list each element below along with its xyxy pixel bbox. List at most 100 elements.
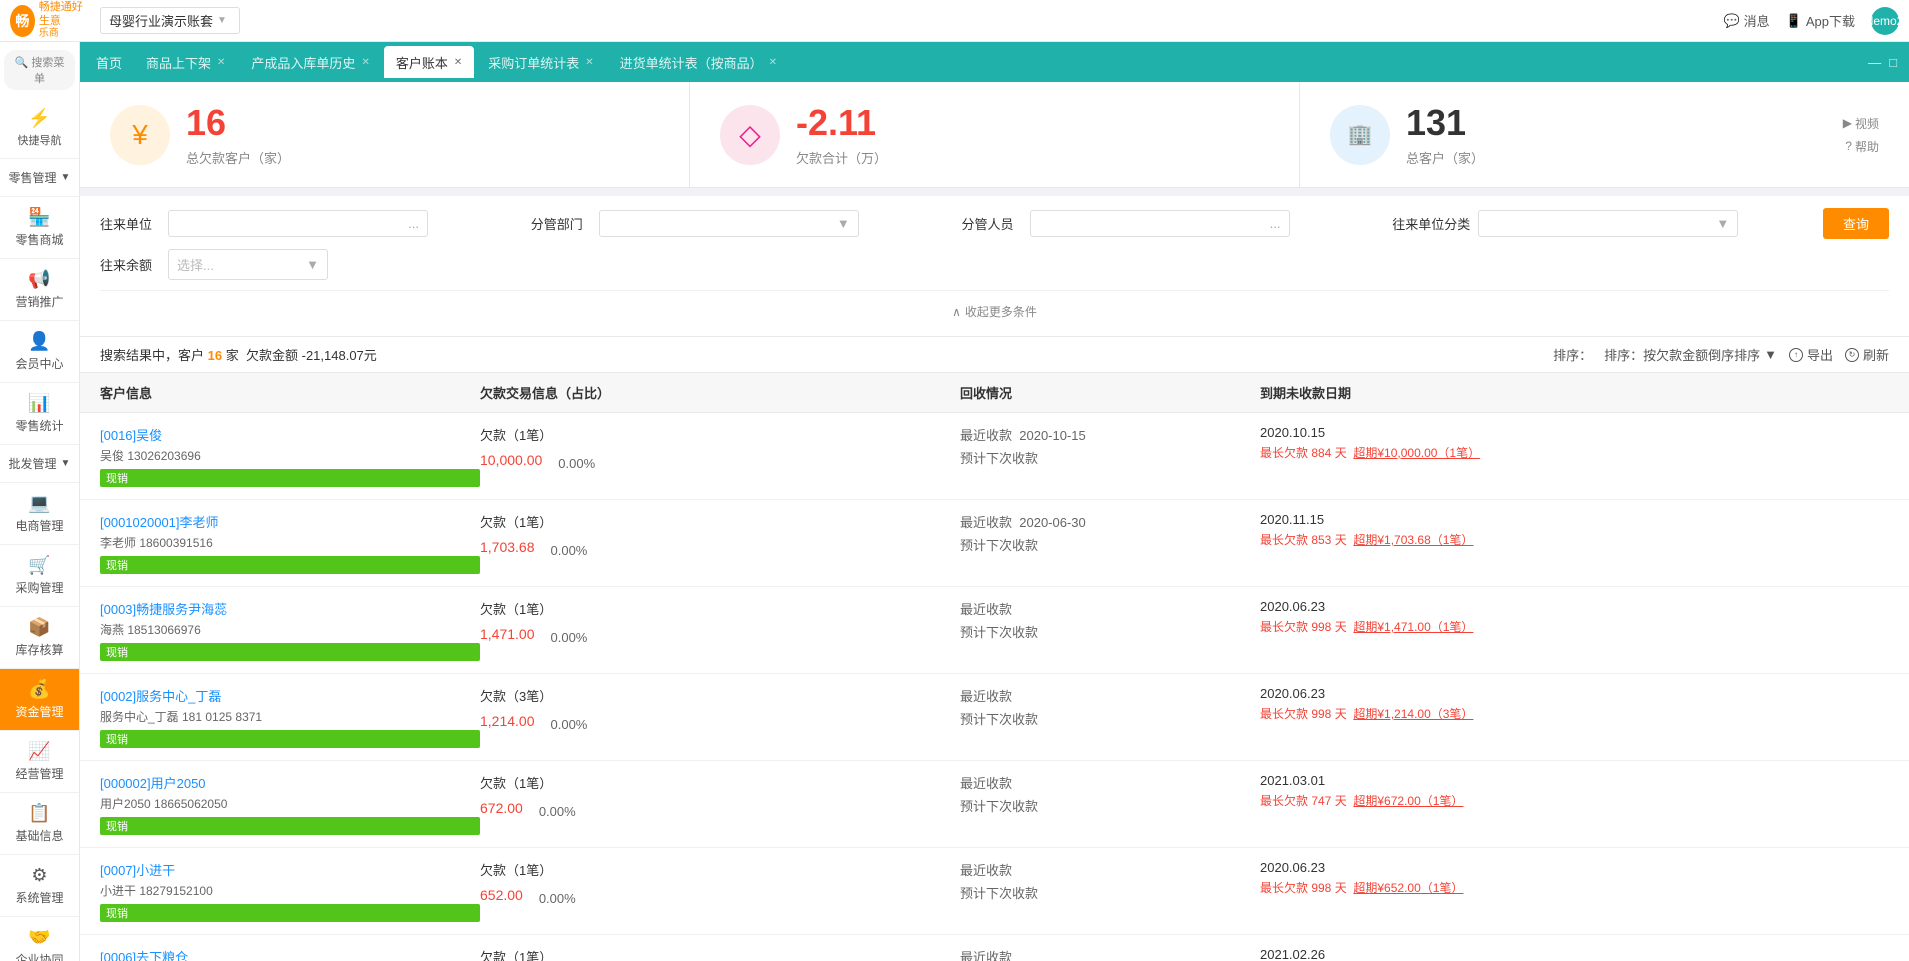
debt-count-3: 欠款（3笔） [480,686,960,705]
sidebar-item-retail-mgmt[interactable]: 零售管理 ▼ [0,159,79,197]
query-button[interactable]: 查询 [1823,208,1889,239]
due-info-3: 2020.06.23 最长欠款 998 天 超期¥1,214.00（3笔） [1260,686,1889,722]
table-header: 客户信息 欠款交易信息（占比） 回收情况 到期未收款日期 [80,373,1909,413]
customer-name-4[interactable]: [000002]用户2050 [100,773,480,792]
customer-meta-4: 用户2050 18665062050 [100,795,480,812]
sidebar-item-retail-mall[interactable]: 🏪 零售商城 [0,197,79,259]
stat-label-customers: 总欠款客户（家） [186,148,290,167]
sidebar-item-enterprise[interactable]: 🤝 企业协同 [0,917,79,961]
sidebar-item-inventory[interactable]: 📦 库存核算 [0,607,79,669]
logo-area: 畅 畅捷通好生意 乐商 [10,1,90,39]
tab-production[interactable]: 产成品入库单历史 ✕ [239,46,381,78]
sidebar-item-system[interactable]: ⚙ 系统管理 [0,855,79,917]
stat-info-debt: -2.11 欠款合计（万） [796,102,887,167]
customer-name-0[interactable]: [0016]吴俊 [100,425,480,444]
filter-row-2: 往来余额 选择... ▼ [100,249,1889,280]
filter-manager: 分管人员 ... [962,210,1377,237]
purchase-icon: 🛒 [28,555,50,576]
sort-dropdown[interactable]: 排序：按欠款金额倒序排序 ▼ [1604,345,1777,364]
customer-name-2[interactable]: [0003]畅捷服务尹海蕊 [100,599,480,618]
customer-tag-2: 现销 [100,643,480,661]
overdue-link-0[interactable]: 超期¥10,000.00（1笔） [1353,446,1480,460]
customer-tag-3: 现销 [100,730,480,748]
help-btn[interactable]: ? 帮助 [1845,138,1879,155]
table-row: [0006]去下粮仓 陈小希 现销 欠款（1笔） 455.90 0.00% [80,935,1909,961]
customer-meta-5: 小进干 18279152100 [100,882,480,899]
sidebar-item-quick-nav[interactable]: ⚡ 快捷导航 [0,98,79,159]
sidebar-item-finance[interactable]: 💰 资金管理 [0,669,79,731]
tab-bar: 首页 商品上下架 ✕ 产成品入库单历史 ✕ 客户账本 ✕ 采购订单统计表 ✕ [80,42,1909,82]
sidebar-item-basic-info[interactable]: 📋 基础信息 [0,793,79,855]
ecommerce-icon: 💻 [28,493,50,514]
system-icon: ⚙ [31,865,47,886]
filter-dept: 分管部门 ▼ [531,210,946,237]
sidebar-item-marketing[interactable]: 📢 营销推广 [0,259,79,321]
results-info: 搜索结果中，客户 16 家 欠款金额 -21,148.07元 [100,345,377,364]
sidebar-item-purchase[interactable]: 🛒 采购管理 [0,545,79,607]
tab-close-production[interactable]: ✕ [361,57,369,68]
customer-info-6: [0006]去下粮仓 陈小希 现销 [100,947,480,961]
tab-window-actions: — □ [1868,55,1905,70]
header-customer: 客户信息 [100,383,480,402]
overdue-link-5[interactable]: 超期¥652.00（1笔） [1353,881,1463,895]
minimize-button[interactable]: — [1868,55,1881,70]
customer-name-1[interactable]: [0001020001]李老师 [100,512,480,531]
customer-name-6[interactable]: [0006]去下粮仓 [100,947,480,961]
customer-name-5[interactable]: [0007]小进干 [100,860,480,879]
overdue-link-2[interactable]: 超期¥1,471.00（1笔） [1353,620,1473,634]
sidebar-item-ecommerce[interactable]: 💻 电商管理 [0,483,79,545]
refresh-button[interactable]: ↻ 刷新 [1845,345,1889,364]
maximize-button[interactable]: □ [1889,55,1897,70]
debt-percent-0: 0.00% [558,456,595,471]
stat-card-debt: ◇ -2.11 欠款合计（万） [690,82,1300,187]
manager-dots: ... [1270,216,1281,231]
unit-category-select[interactable]: ▼ [1478,210,1738,237]
tab-products[interactable]: 商品上下架 ✕ [134,46,237,78]
manager-input[interactable]: ... [1030,210,1290,237]
dept-select[interactable]: ▼ [599,210,859,237]
export-button[interactable]: ↑ 导出 [1789,345,1833,364]
debt-amount-1: 1,703.68 [480,539,535,555]
sidebar-item-retail-stats[interactable]: 📊 零售统计 [0,383,79,445]
overdue-link-4[interactable]: 超期¥672.00（1笔） [1353,794,1463,808]
sort-arrow-icon: ▼ [1764,347,1777,362]
customer-info-1: [0001020001]李老师 李老师 18600391516 现销 [100,512,480,574]
customer-info-5: [0007]小进干 小进干 18279152100 现销 [100,860,480,922]
collapse-button[interactable]: ∧ 收起更多条件 [100,299,1889,324]
tab-close-products[interactable]: ✕ [217,57,225,68]
table-row: [0001020001]李老师 李老师 18600391516 现销 欠款（1笔… [80,500,1909,587]
balance-select[interactable]: 选择... ▼ [168,249,328,280]
tab-close-customer-account[interactable]: ✕ [454,57,462,68]
tab-close-goods-stats[interactable]: ✕ [769,57,777,68]
sidebar-search[interactable]: 🔍 搜索菜单 [0,42,79,98]
app-download-button[interactable]: 📱 App下载 [1786,11,1855,30]
table-row: [0007]小进干 小进干 18279152100 现销 欠款（1笔） 652.… [80,848,1909,935]
customer-info-3: [0002]服务中心_丁磊 服务中心_丁磊 181 0125 8371 现销 [100,686,480,748]
store-selector[interactable]: 母婴行业演示账套 ▼ [100,7,240,34]
debt-count-1: 欠款（1笔） [480,512,960,531]
tab-purchase-order[interactable]: 采购订单统计表 ✕ [476,46,605,78]
sidebar-item-operations[interactable]: 📈 经营管理 [0,731,79,793]
video-btn[interactable]: ▶ 视频 [1843,115,1879,132]
tab-close-purchase-order[interactable]: ✕ [585,57,593,68]
message-button[interactable]: 💬 消息 [1723,11,1769,30]
overdue-link-3[interactable]: 超期¥1,214.00（3笔） [1353,707,1473,721]
due-info-4: 2021.03.01 最长欠款 747 天 超期¥672.00（1笔） [1260,773,1889,809]
tab-customer-account[interactable]: 客户账本 ✕ [384,46,474,78]
source-unit-label: 往来单位 [100,214,160,233]
stat-card-actions: ▶ 视频 ? 帮助 [1843,115,1879,155]
logo-icon: 畅 [10,5,35,37]
tab-home[interactable]: 首页 [84,53,134,72]
tab-goods-stats[interactable]: 进货单统计表（按商品） ✕ [608,46,789,78]
overdue-link-1[interactable]: 超期¥1,703.68（1笔） [1353,533,1473,547]
filter-unit-category: 往来单位分类 ▼ [1392,210,1807,237]
debt-percent-1: 0.00% [551,543,588,558]
customer-name-3[interactable]: [0002]服务中心_丁磊 [100,686,480,705]
search-menu-button[interactable]: 🔍 搜索菜单 [4,50,75,90]
debt-count-6: 欠款（1笔） [480,947,960,961]
sidebar-item-wholesale[interactable]: 批发管理 ▼ [0,445,79,483]
sidebar-item-members[interactable]: 👤 会员中心 [0,321,79,383]
avatar[interactable]: demo2 [1871,7,1899,35]
debt-amount-4: 672.00 [480,800,523,816]
source-unit-input[interactable]: ... [168,210,428,237]
